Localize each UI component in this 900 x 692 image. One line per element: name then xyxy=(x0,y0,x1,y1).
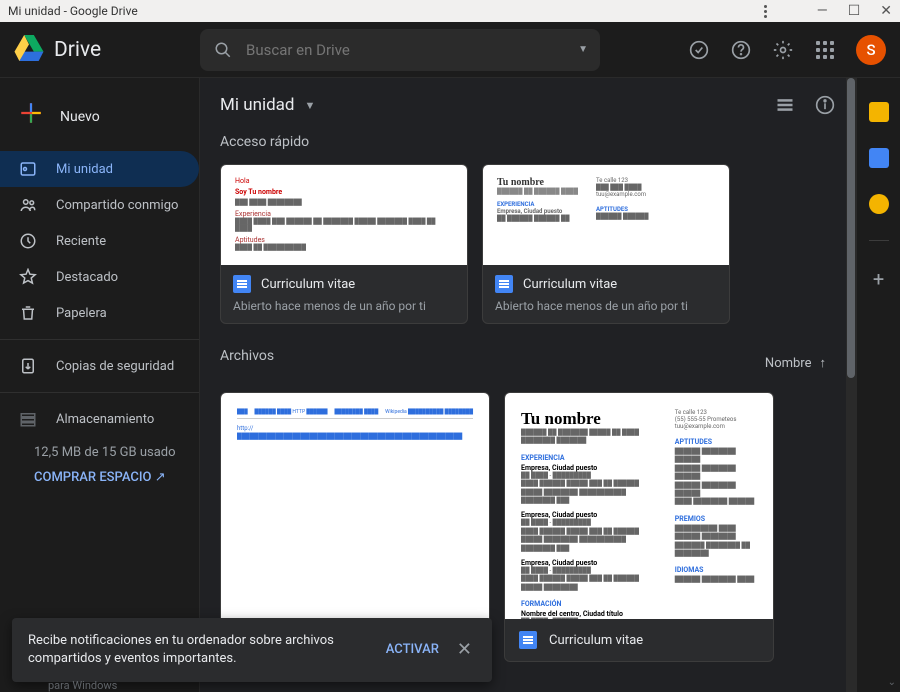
notification-toast: Recibe notificaciones en tu ordenador so… xyxy=(12,618,492,682)
quick-access-card[interactable]: Tu nombre ██████ ██ ██████ ████ EXPERIEN… xyxy=(482,164,730,324)
nav-label: Almacenamiento xyxy=(56,412,154,427)
apps-icon[interactable] xyxy=(814,39,836,61)
kebab-menu-icon[interactable] xyxy=(764,5,767,18)
nav-my-drive[interactable]: Mi unidad xyxy=(0,151,199,187)
backup-icon xyxy=(18,357,38,375)
hidden-text: para Windows xyxy=(48,679,117,692)
search-box[interactable]: ▼ xyxy=(200,29,600,71)
file-card[interactable]: Tu nombre ██████ ██ ███████ █████ ██ ███… xyxy=(504,392,774,662)
keep-addon-icon[interactable] xyxy=(869,148,889,168)
scrollbar-thumb[interactable] xyxy=(847,78,855,378)
document-preview: █████████ ████ HTTP ██████████████ ████W… xyxy=(221,393,489,619)
scroll-down-arrow[interactable]: ⌄ xyxy=(888,677,896,688)
sidebar: Nuevo Mi unidad Compartido conmigo Recie… xyxy=(0,78,200,692)
main-content: Mi unidad ▼ Acceso rápido Hola Soy Tu no… xyxy=(200,78,856,692)
file-name: Curriculum vitae xyxy=(549,633,643,648)
drive-logo[interactable]: Drive xyxy=(14,35,200,65)
quick-access-card[interactable]: Hola Soy Tu nombre ███ ████ ████████ Exp… xyxy=(220,164,468,324)
quick-access-heading: Acceso rápido xyxy=(220,134,836,150)
storage-icon xyxy=(18,410,38,428)
app-header: Drive ▼ S xyxy=(0,22,900,78)
add-addon-icon[interactable]: + xyxy=(873,267,884,291)
maximize-button[interactable]: ☐ xyxy=(848,3,861,19)
my-drive-icon xyxy=(18,160,38,178)
document-preview: Hola Soy Tu nombre ███ ████ ████████ Exp… xyxy=(221,165,467,265)
nav-starred[interactable]: Destacado xyxy=(0,259,199,295)
toast-close-button[interactable]: ✕ xyxy=(453,639,476,660)
drive-logo-text: Drive xyxy=(54,38,101,62)
window-title: Mi unidad - Google Drive xyxy=(8,4,764,18)
minimize-button[interactable]: — xyxy=(817,3,828,19)
side-panel: + xyxy=(856,78,900,692)
nav-trash[interactable]: Papelera xyxy=(0,295,199,331)
nav-backups[interactable]: Copias de seguridad xyxy=(0,348,199,384)
list-view-icon[interactable] xyxy=(774,94,796,116)
plus-icon xyxy=(18,100,44,133)
trash-icon xyxy=(18,304,38,322)
search-icon xyxy=(212,39,234,61)
document-preview: Tu nombre ██████ ██ ██████ ████ EXPERIEN… xyxy=(483,165,729,265)
docs-icon xyxy=(233,275,251,293)
nav-label: Mi unidad xyxy=(56,162,113,177)
file-subtitle: Abierto hace menos de un año por ti xyxy=(233,299,455,313)
chevron-down-icon: ▼ xyxy=(305,99,316,112)
nav-label: Reciente xyxy=(56,234,106,249)
search-input[interactable] xyxy=(246,41,566,59)
settings-gear-icon[interactable] xyxy=(772,39,794,61)
separator xyxy=(0,392,199,393)
details-info-icon[interactable] xyxy=(814,94,836,116)
nav-label: Papelera xyxy=(56,306,107,321)
nav-storage[interactable]: Almacenamiento xyxy=(0,401,199,437)
sort-by-name[interactable]: Nombre ↑ xyxy=(765,355,836,371)
buy-storage-link[interactable]: COMPRAR ESPACIO ↗ xyxy=(34,470,199,485)
file-subtitle: Abierto hace menos de un año por ti xyxy=(495,299,717,313)
file-name: Curriculum vitae xyxy=(523,277,617,292)
storage-usage: 12,5 MB de 15 GB usado xyxy=(34,445,199,460)
tasks-addon-icon[interactable] xyxy=(869,194,889,214)
separator xyxy=(869,240,889,241)
sort-arrow-up-icon: ↑ xyxy=(820,355,827,371)
drive-logo-icon xyxy=(14,35,44,65)
calendar-addon-icon[interactable] xyxy=(869,102,889,122)
close-window-button[interactable]: ✕ xyxy=(880,3,892,19)
star-icon xyxy=(18,268,38,286)
nav-shared-with-me[interactable]: Compartido conmigo xyxy=(0,187,199,223)
shared-icon xyxy=(18,196,38,214)
docs-icon xyxy=(495,275,513,293)
files-heading: Archivos xyxy=(220,348,274,364)
nav-recent[interactable]: Reciente xyxy=(0,223,199,259)
breadcrumb-label: Mi unidad xyxy=(220,95,295,115)
new-button-label: Nuevo xyxy=(60,109,100,125)
scrollbar[interactable] xyxy=(846,78,856,692)
recent-icon xyxy=(18,232,38,250)
nav-label: Copias de seguridad xyxy=(56,359,174,374)
help-icon[interactable] xyxy=(730,39,752,61)
docs-icon xyxy=(519,631,537,649)
offline-status-icon[interactable] xyxy=(688,39,710,61)
document-preview: Tu nombre ██████ ██ ███████ █████ ██ ███… xyxy=(505,393,773,619)
search-options-dropdown[interactable]: ▼ xyxy=(578,44,588,55)
new-button[interactable]: Nuevo xyxy=(0,90,199,143)
nav-label: Destacado xyxy=(56,270,118,285)
window-titlebar: Mi unidad - Google Drive — ☐ ✕ xyxy=(0,0,900,22)
toast-activate-button[interactable]: ACTIVAR xyxy=(386,642,439,657)
separator xyxy=(0,339,199,340)
toast-message: Recibe notificaciones en tu ordenador so… xyxy=(28,632,372,668)
breadcrumb[interactable]: Mi unidad ▼ xyxy=(220,95,315,115)
nav-label: Compartido conmigo xyxy=(56,198,178,213)
account-avatar[interactable]: S xyxy=(856,35,886,65)
file-name: Curriculum vitae xyxy=(261,277,355,292)
